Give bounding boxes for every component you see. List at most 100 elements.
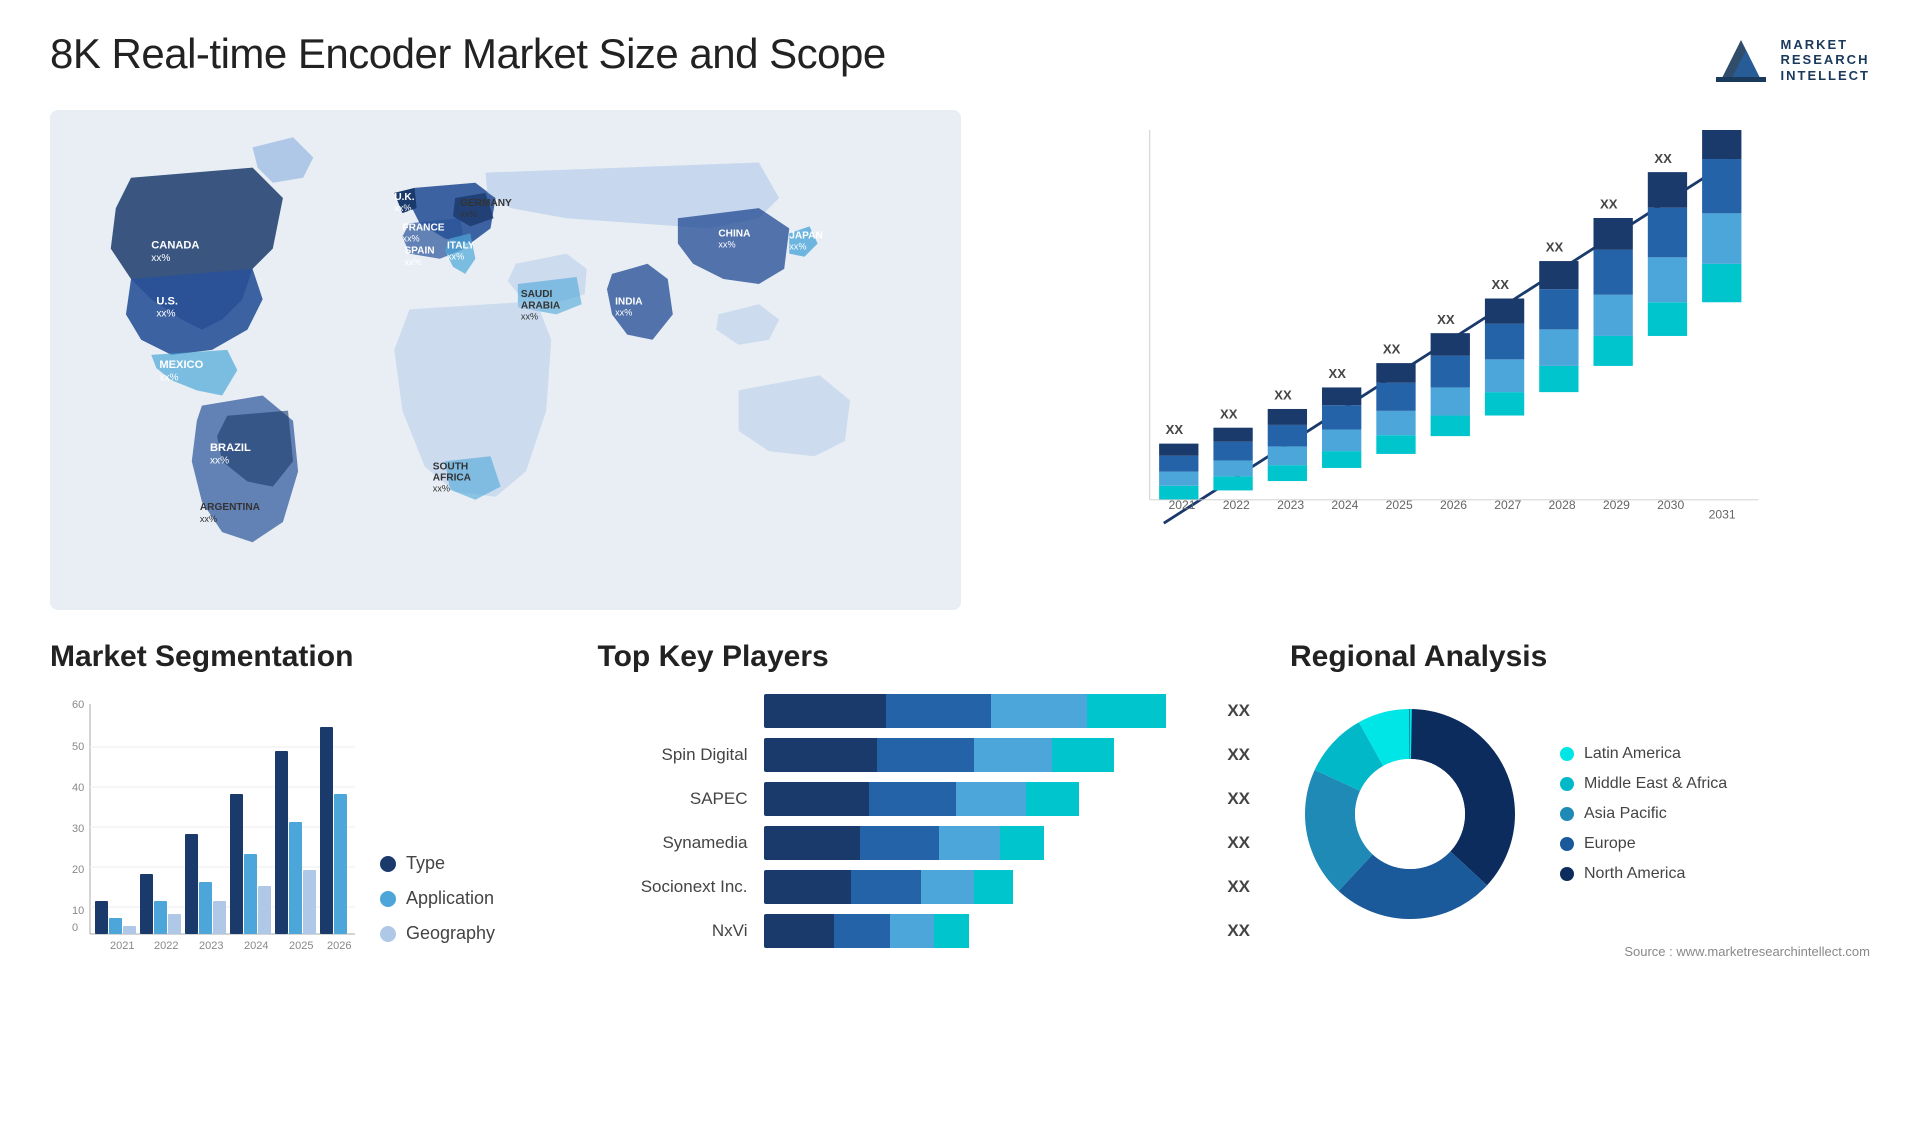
players-section: Top Key Players XX	[598, 640, 1251, 948]
donut-container	[1290, 694, 1530, 934]
player-bar-container-0	[764, 694, 1202, 728]
player-bar-2-seg3	[956, 782, 1026, 816]
player-bar-0	[764, 694, 1202, 728]
regional-section: Regional Analysis	[1290, 640, 1870, 959]
segmentation-section: Market Segmentation 60 50 40 30 20 10 0	[50, 640, 558, 964]
player-name-nxvi: NxVi	[598, 921, 748, 941]
legend-dot-application	[380, 891, 396, 907]
svg-text:xx%: xx%	[200, 514, 217, 524]
legend-label-type: Type	[406, 853, 445, 874]
player-value-5: XX	[1227, 921, 1250, 941]
source-text: Source : www.marketresearchintellect.com	[1290, 944, 1870, 959]
reg-legend-europe: Europe	[1560, 835, 1727, 853]
reg-label-latin-america: Latin America	[1584, 745, 1681, 763]
svg-text:XX: XX	[1220, 406, 1238, 421]
svg-text:xx%: xx%	[151, 253, 170, 264]
player-bar-container-4	[764, 870, 1202, 904]
brand-logo-icon	[1711, 30, 1771, 90]
player-bar-5-seg4	[934, 914, 969, 948]
svg-text:xx%: xx%	[447, 252, 464, 262]
brand-line3: INTELLECT	[1781, 68, 1871, 84]
svg-text:XX: XX	[1546, 240, 1564, 255]
svg-text:SOUTH: SOUTH	[433, 461, 468, 472]
svg-text:SAUDI: SAUDI	[521, 289, 553, 300]
legend-label-geography: Geography	[406, 923, 495, 944]
player-bar-container-2	[764, 782, 1202, 816]
player-bar-container-3	[764, 826, 1202, 860]
segmentation-title: Market Segmentation	[50, 640, 558, 674]
player-bar-3-seg3	[939, 826, 1000, 860]
player-bar-2-seg4	[1026, 782, 1079, 816]
player-name-synamedia: Synamedia	[598, 833, 748, 853]
player-bar-4	[764, 870, 1202, 904]
svg-text:MEXICO: MEXICO	[159, 359, 203, 371]
player-value-4: XX	[1227, 877, 1250, 897]
player-row-0: XX	[598, 694, 1251, 728]
page-container: 8K Real-time Encoder Market Size and Sco…	[0, 0, 1920, 1146]
brand-line1: MARKET	[1781, 37, 1871, 53]
svg-text:BRAZIL: BRAZIL	[210, 442, 251, 454]
bar-chart-container: XX 2021 XX 2022 XX 2023	[1001, 110, 1870, 610]
legend-item-type: Type	[380, 853, 495, 874]
svg-text:xx%: xx%	[159, 372, 178, 383]
player-bar-1-seg3	[974, 738, 1053, 772]
regional-title: Regional Analysis	[1290, 640, 1870, 674]
svg-text:U.K.: U.K.	[394, 192, 414, 203]
svg-text:INDIA: INDIA	[615, 296, 643, 307]
player-bar-5-seg3	[890, 914, 934, 948]
player-value-3: XX	[1227, 833, 1250, 853]
player-row-spin-digital: Spin Digital XX	[598, 738, 1251, 772]
svg-text:xx%: xx%	[718, 240, 735, 250]
svg-text:60: 60	[72, 699, 84, 711]
player-bar-4-seg1	[764, 870, 852, 904]
svg-text:0: 0	[72, 922, 78, 934]
logo-area: MARKET RESEARCH INTELLECT	[1711, 30, 1871, 90]
svg-text:ARABIA: ARABIA	[521, 300, 561, 311]
svg-text:XX: XX	[1383, 342, 1401, 357]
reg-legend-latin-america: Latin America	[1560, 745, 1727, 763]
player-bar-2-seg2	[869, 782, 957, 816]
svg-text:XX: XX	[1492, 277, 1510, 292]
player-bar-3-seg1	[764, 826, 860, 860]
svg-text:XX: XX	[1655, 151, 1673, 166]
legend-item-geography: Geography	[380, 923, 495, 944]
svg-text:U.S.: U.S.	[156, 295, 178, 307]
reg-dot-asia-pacific	[1560, 807, 1574, 821]
bottom-section: Market Segmentation 60 50 40 30 20 10 0	[50, 640, 1870, 964]
seg-content: 60 50 40 30 20 10 0	[50, 694, 558, 964]
player-row-socionext: Socionext Inc. XX	[598, 870, 1251, 904]
svg-text:2031: 2031	[1709, 508, 1736, 522]
svg-text:xx%: xx%	[394, 203, 411, 213]
svg-text:XX: XX	[1329, 366, 1347, 381]
header: 8K Real-time Encoder Market Size and Sco…	[50, 30, 1870, 90]
players-chart: XX Spin Digital XX	[598, 694, 1251, 948]
reg-legend-mea: Middle East & Africa	[1560, 775, 1727, 793]
seg-legend: Type Application Geography	[380, 853, 495, 964]
svg-text:2025: 2025	[289, 940, 313, 952]
svg-text:20: 20	[72, 864, 84, 876]
player-bar-4-seg3	[921, 870, 974, 904]
svg-text:xx%: xx%	[460, 209, 477, 219]
seg-chart-svg: 60 50 40 30 20 10 0	[50, 694, 360, 964]
svg-text:2022: 2022	[154, 940, 178, 952]
reg-dot-north-america	[1560, 867, 1574, 881]
player-bar-3-seg2	[860, 826, 939, 860]
legend-label-application: Application	[406, 888, 494, 909]
player-bar-2	[764, 782, 1202, 816]
svg-text:xx%: xx%	[615, 307, 632, 317]
player-bar-3-seg4	[1000, 826, 1044, 860]
svg-text:xx%: xx%	[210, 455, 229, 466]
player-bar-3	[764, 826, 1202, 860]
svg-text:XX: XX	[1275, 388, 1293, 403]
donut-svg	[1290, 694, 1530, 934]
player-row-sapec: SAPEC XX	[598, 782, 1251, 816]
legend-dot-type	[380, 856, 396, 872]
svg-text:2026: 2026	[327, 940, 351, 952]
svg-text:SPAIN: SPAIN	[404, 246, 434, 257]
player-bar-4-seg2	[851, 870, 921, 904]
svg-text:AFRICA: AFRICA	[433, 473, 472, 484]
svg-text:30: 30	[72, 823, 84, 835]
player-bar-seg4	[1087, 694, 1166, 728]
player-row-nxvi: NxVi XX	[598, 914, 1251, 948]
players-title: Top Key Players	[598, 640, 1251, 674]
